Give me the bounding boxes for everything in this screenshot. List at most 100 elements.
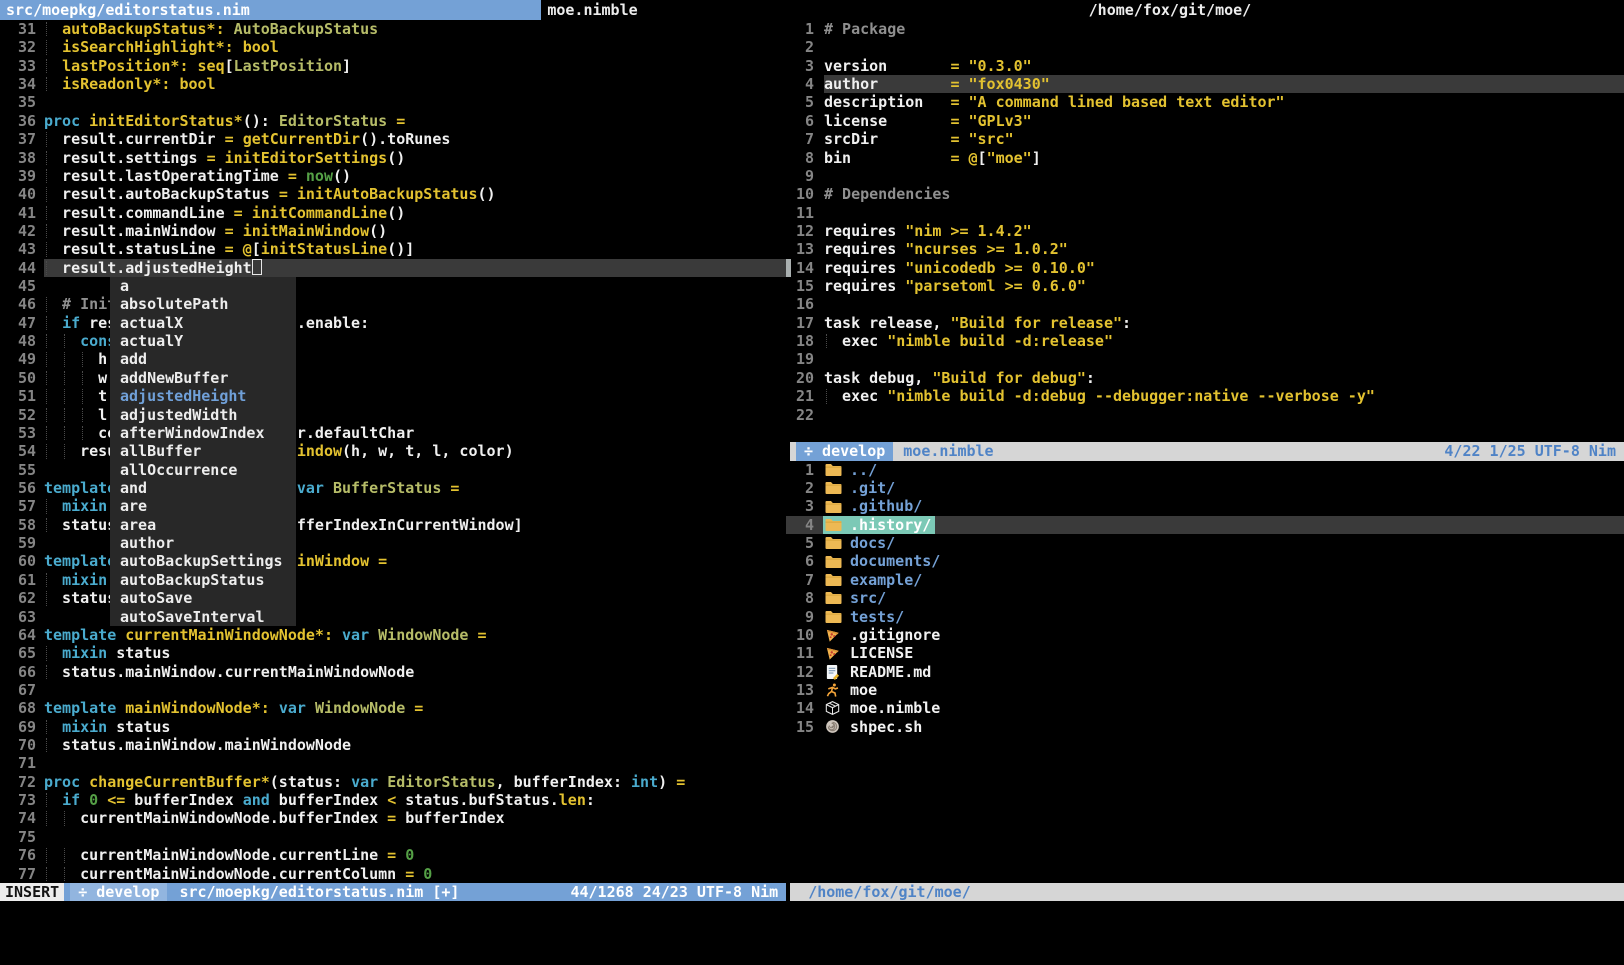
- code-line[interactable]: 67: [0, 681, 786, 699]
- code-line[interactable]: 42 result.mainWindow = initMainWindow(): [0, 222, 786, 240]
- code-line[interactable]: 75: [0, 828, 786, 846]
- popup-item[interactable]: and: [110, 479, 296, 497]
- code-line[interactable]: 21 exec "nimble build -d:debug --debugge…: [786, 387, 1624, 405]
- file-row[interactable]: 10 .gitignore: [786, 626, 1624, 644]
- code-line[interactable]: 41 result.commandLine = initCommandLine(…: [0, 204, 786, 222]
- popup-item[interactable]: autoBackupSettings: [110, 552, 296, 570]
- file-row[interactable]: 6 documents/: [786, 552, 1624, 570]
- popup-item[interactable]: autoSave: [110, 589, 296, 607]
- popup-item[interactable]: actualX: [110, 314, 296, 332]
- popup-item[interactable]: allOccurrence: [110, 461, 296, 479]
- file-row[interactable]: 8 src/: [786, 589, 1624, 607]
- code-line[interactable]: 72 proc changeCurrentBuffer*(status: var …: [0, 773, 786, 791]
- line-number: 36: [17, 111, 36, 130]
- popup-item[interactable]: allBuffer: [110, 442, 296, 460]
- code-line[interactable]: 22: [786, 406, 1624, 424]
- file-row[interactable]: 12 README.md: [786, 663, 1624, 681]
- popup-item[interactable]: a: [110, 277, 296, 295]
- code-line[interactable]: 74 currentMainWindowNode.bufferIndex = b…: [0, 809, 786, 827]
- code-line[interactable]: 5 description = "A command lined based te…: [786, 93, 1624, 111]
- code-line[interactable]: 7 srcDir = "src": [786, 130, 1624, 148]
- file-row[interactable]: 7 example/: [786, 571, 1624, 589]
- code-line[interactable]: 18 exec "nimble build -d:release": [786, 332, 1624, 350]
- code-line[interactable]: 73 if 0 <= bufferIndex and bufferIndex <…: [0, 791, 786, 809]
- popup-item[interactable]: actualY: [110, 332, 296, 350]
- code-line[interactable]: 15 requires "parsetoml >= 0.6.0": [786, 277, 1624, 295]
- file-row[interactable]: 1 ../: [786, 461, 1624, 479]
- popup-item[interactable]: author: [110, 534, 296, 552]
- file-name: shpec.sh: [850, 717, 923, 736]
- code-line[interactable]: 65 mixin status: [0, 644, 786, 662]
- code-line[interactable]: 33 lastPosition*: seq[LastPosition]: [0, 57, 786, 75]
- file-row[interactable]: 5 docs/: [786, 534, 1624, 552]
- tab-2[interactable]: moe.nimble: [541, 0, 1083, 20]
- code-line[interactable]: 19: [786, 350, 1624, 368]
- popup-item[interactable]: adjustedWidth: [110, 406, 296, 424]
- code-line[interactable]: 16: [786, 295, 1624, 313]
- tab-3[interactable]: /home/fox/git/moe/: [1082, 0, 1624, 20]
- code-line[interactable]: 6 license = "GPLv3": [786, 112, 1624, 130]
- code-line[interactable]: 77 currentMainWindowNode.currentColumn =…: [0, 865, 786, 883]
- popup-item[interactable]: area: [110, 516, 296, 534]
- code-line[interactable]: 68 template mainWindowNode*: var WindowNo…: [0, 699, 786, 717]
- code-line[interactable]: 17 task release, "Build for release":: [786, 314, 1624, 332]
- popup-item[interactable]: afterWindowIndex: [110, 424, 296, 442]
- popup-item[interactable]: are: [110, 497, 296, 515]
- line-number: 70: [17, 736, 36, 755]
- line-number: 18: [795, 332, 814, 351]
- autocomplete-popup[interactable]: a absolutePath actualX actualY add addNewBuff…: [110, 277, 296, 626]
- code-line[interactable]: 37 result.currentDir = getCurrentDir().t…: [0, 130, 786, 148]
- code-line[interactable]: 3 version = "0.3.0": [786, 57, 1624, 75]
- code-line[interactable]: 4 author = "fox0430": [786, 75, 1624, 94]
- code-line[interactable]: 13 requires "ncurses >= 1.0.2": [786, 240, 1624, 258]
- code-line[interactable]: 66 status.mainWindow.currentMainWindowNo…: [0, 663, 786, 681]
- nimble-editor-pane[interactable]: 1 # Package 2 3 version = "0.3.0" 4 author = "…: [786, 20, 1624, 442]
- line-number: 50: [17, 368, 36, 387]
- code-line[interactable]: 40 result.autoBackupStatus = initAutoBac…: [0, 185, 786, 203]
- file-row[interactable]: 13 moe: [786, 681, 1624, 699]
- code-line[interactable]: 35: [0, 93, 786, 111]
- file-row[interactable]: 2 .git/: [786, 479, 1624, 497]
- code-line[interactable]: 44 result.adjustedHeight: [0, 258, 786, 278]
- code-line[interactable]: 43 result.statusLine = @[initStatusLine(…: [0, 240, 786, 258]
- code-line[interactable]: 34 isReadonly*: bool: [0, 75, 786, 93]
- code-line[interactable]: 38 result.settings = initEditorSettings(…: [0, 149, 786, 167]
- popup-item[interactable]: autoSaveInterval: [110, 608, 296, 626]
- popup-item[interactable]: absolutePath: [110, 295, 296, 313]
- file-row[interactable]: 3 .github/: [786, 497, 1624, 515]
- code-line[interactable]: 76 currentMainWindowNode.currentLine = 0: [0, 846, 786, 864]
- code-editor-pane[interactable]: 31 autoBackupStatus*: AutoBackupStatus 32…: [0, 20, 786, 883]
- code-line[interactable]: 71: [0, 754, 786, 772]
- file-row[interactable]: 14 moe.nimble: [786, 699, 1624, 717]
- popup-item[interactable]: autoBackupStatus: [110, 571, 296, 589]
- tab-1[interactable]: src/moepkg/editorstatus.nim: [0, 0, 542, 20]
- file-row[interactable]: 9 tests/: [786, 608, 1624, 626]
- file-row[interactable]: 15 shpec.sh: [786, 718, 1624, 736]
- command-line[interactable]: [0, 901, 1624, 965]
- code-line[interactable]: 11: [786, 204, 1624, 222]
- popup-item[interactable]: add: [110, 350, 296, 368]
- code-line[interactable]: 31 autoBackupStatus*: AutoBackupStatus: [0, 20, 786, 38]
- code-line[interactable]: [786, 424, 1624, 442]
- git-branch-chip: ÷ develop: [70, 883, 168, 902]
- code-line[interactable]: 64 template currentMainWindowNode*: var W…: [0, 626, 786, 644]
- code-line[interactable]: 10 # Dependencies: [786, 185, 1624, 203]
- code-line[interactable]: 20 task debug, "Build for debug":: [786, 369, 1624, 387]
- code-line[interactable]: 9: [786, 167, 1624, 185]
- code-line[interactable]: 8 bin = @["moe"]: [786, 149, 1624, 167]
- popup-item[interactable]: adjustedHeight: [110, 387, 296, 405]
- code-line[interactable]: 36 proc initEditorStatus*(): EditorStatus…: [0, 112, 786, 130]
- code-line[interactable]: 70 status.mainWindow.mainWindowNode: [0, 736, 786, 754]
- file-row[interactable]: 11 LICENSE: [786, 644, 1624, 662]
- code-line[interactable]: 69 mixin status: [0, 718, 786, 736]
- code-line[interactable]: 2: [786, 38, 1624, 56]
- code-line[interactable]: 1 # Package: [786, 20, 1624, 38]
- code-line[interactable]: 32 isSearchHighlight*: bool: [0, 38, 786, 56]
- folder-icon: [825, 591, 843, 605]
- file-browser-pane[interactable]: 1 ../2 .git/3 .github/4 .history/5 docs/…: [786, 461, 1624, 883]
- popup-item[interactable]: addNewBuffer: [110, 369, 296, 387]
- file-row[interactable]: 4 .history/: [786, 515, 1624, 535]
- code-line[interactable]: 39 result.lastOperatingTime = now(): [0, 167, 786, 185]
- code-line[interactable]: 12 requires "nim >= 1.4.2": [786, 222, 1624, 240]
- code-line[interactable]: 14 requires "unicodedb >= 0.10.0": [786, 258, 1624, 278]
